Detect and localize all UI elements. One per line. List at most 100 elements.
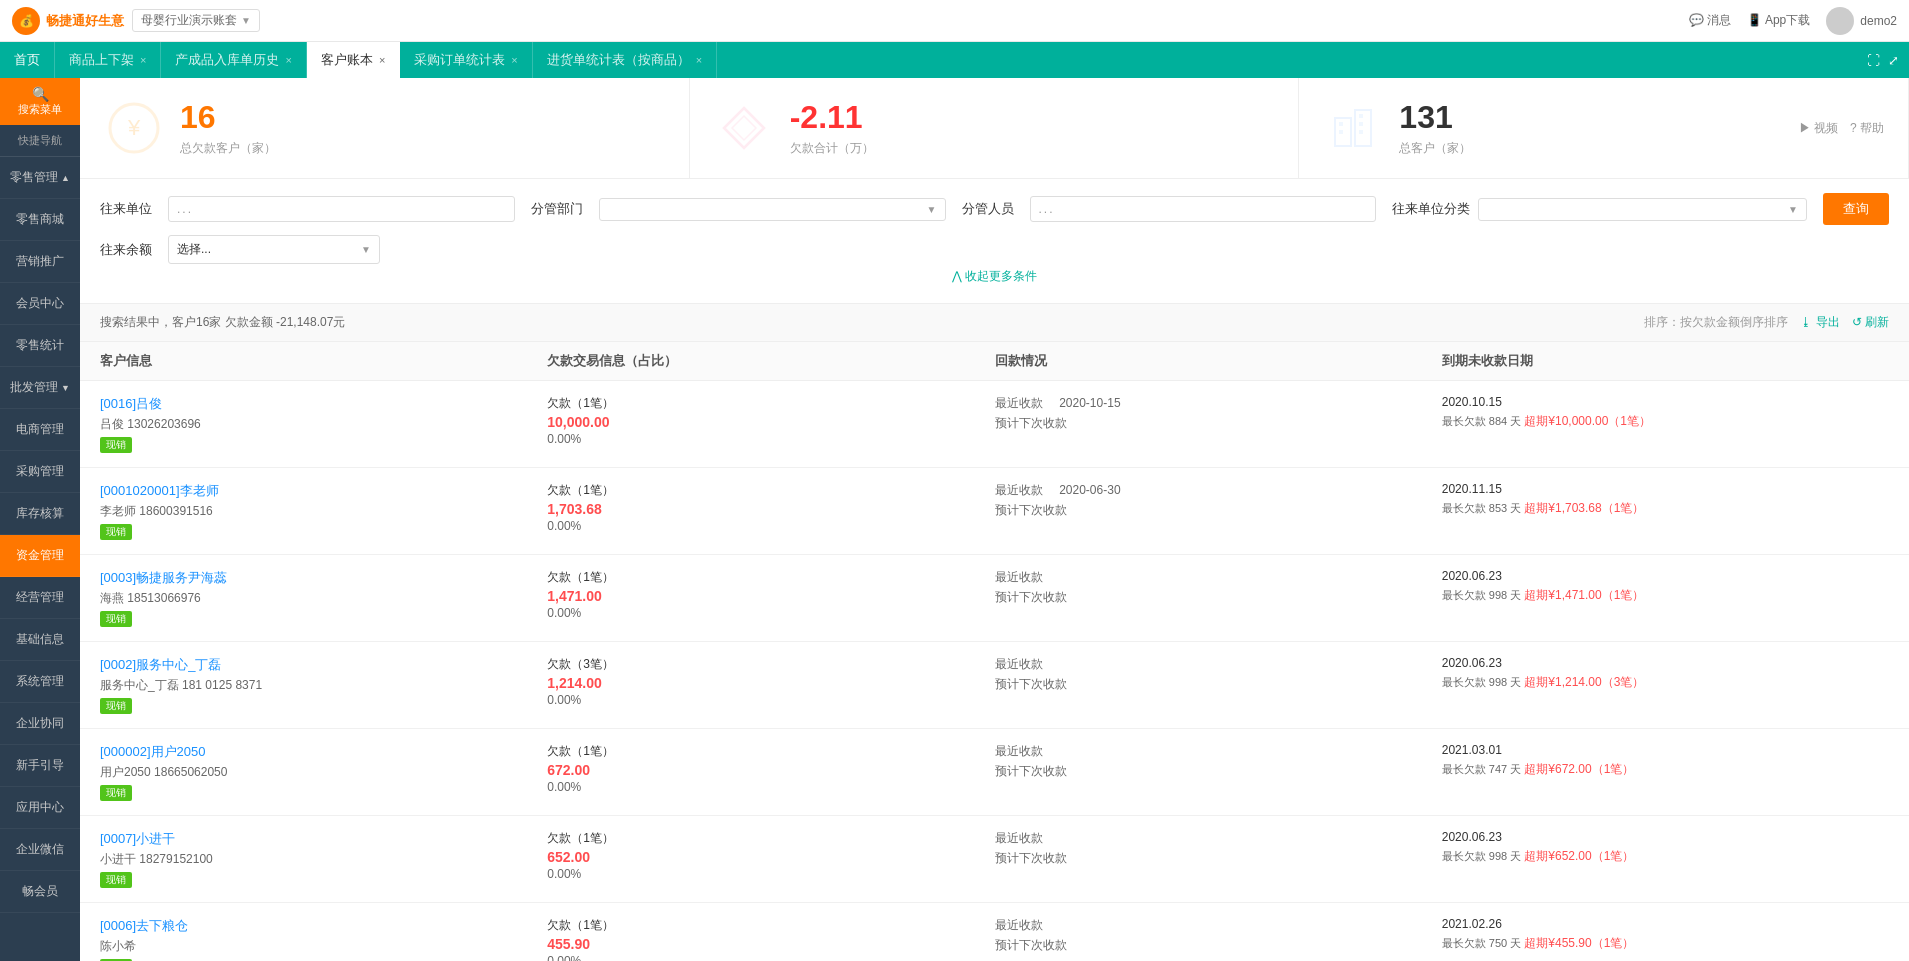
debt-percent: 0.00%	[547, 867, 994, 881]
sidebar-item-enterprise[interactable]: 企业协同	[0, 703, 80, 745]
stat-card-debt-amount: -2.11 欠款合计（万）	[690, 78, 1300, 178]
customer-name-link[interactable]: [0007]小进干	[100, 830, 547, 848]
help-link[interactable]: ? 帮助	[1850, 120, 1884, 137]
sidebar-item-label: 畅会员	[22, 883, 58, 900]
supplier-input[interactable]: ...	[168, 196, 515, 222]
sidebar-item-ecommerce[interactable]: 电商管理	[0, 409, 80, 451]
sidebar-item-batch-mgmt[interactable]: 批发管理 ▼	[0, 367, 80, 409]
quick-nav[interactable]: 快捷导航	[0, 125, 80, 157]
sidebar-item-member[interactable]: 会员中心	[0, 283, 80, 325]
debt-amount[interactable]: 10,000.00	[547, 414, 994, 430]
sidebar-item-finance[interactable]: 资金管理	[0, 535, 80, 577]
sidebar-item-vip[interactable]: 畅会员	[0, 871, 80, 913]
debt-info: 欠款（1笔） 672.00 0.00%	[547, 743, 994, 794]
manager-input[interactable]: ...	[1030, 196, 1377, 222]
sidebar-item-ops[interactable]: 经营管理	[0, 577, 80, 619]
category-select[interactable]: ▼	[1478, 198, 1807, 221]
filter-category: 往来单位分类 ▼	[1392, 198, 1807, 221]
customer-phone: 陈小希	[100, 938, 547, 955]
recovery-info: 最近收款 2020-06-30 预计下次收款	[995, 482, 1442, 522]
refresh-button[interactable]: ↺ 刷新	[1852, 314, 1889, 331]
sidebar-item-guide[interactable]: 新手引导	[0, 745, 80, 787]
sidebar-search[interactable]: 🔍 搜索菜单	[0, 78, 80, 125]
recovery-next: 预计下次收款	[995, 502, 1442, 519]
message-link[interactable]: 💬 消息	[1689, 12, 1731, 29]
overdue-days: 最长欠款 750 天 超期¥455.90（1笔）	[1442, 935, 1889, 952]
tab-close-icon[interactable]: ×	[511, 54, 517, 66]
recovery-next: 预计下次收款	[995, 850, 1442, 867]
debt-percent: 0.00%	[547, 432, 994, 446]
store-select[interactable]: 母婴行业演示账套 ▼	[132, 9, 260, 32]
tab-product-offline[interactable]: 商品上下架 ×	[55, 42, 161, 78]
tab-purchase-order[interactable]: 采购订单统计表 ×	[400, 42, 532, 78]
overdue-link[interactable]: 超期¥455.90（1笔）	[1524, 936, 1634, 950]
tab-close-icon[interactable]: ×	[285, 54, 291, 66]
tab-close-icon[interactable]: ×	[140, 54, 146, 66]
overdue-link[interactable]: 超期¥10,000.00（1笔）	[1524, 414, 1651, 428]
customer-info: [0001020001]李老师 李老师 18600391516 现销	[100, 482, 547, 540]
tab-close-icon[interactable]: ×	[696, 54, 702, 66]
debt-amount[interactable]: 672.00	[547, 762, 994, 778]
tab-product-history[interactable]: 产成品入库单历史 ×	[161, 42, 306, 78]
search-button[interactable]: 查询	[1823, 193, 1889, 225]
overdue-link[interactable]: 超期¥652.00（1笔）	[1524, 849, 1634, 863]
debt-amount[interactable]: 1,471.00	[547, 588, 994, 604]
sidebar-item-label: 零售统计	[16, 337, 64, 354]
sidebar-item-purchase[interactable]: 采购管理	[0, 451, 80, 493]
department-select[interactable]: ▼	[599, 198, 946, 221]
customer-name-link[interactable]: [0006]去下粮仓	[100, 917, 547, 935]
sidebar-item-app-center[interactable]: 应用中心	[0, 787, 80, 829]
export-button[interactable]: ⭳ 导出	[1800, 314, 1839, 331]
sidebar-item-basic-info[interactable]: 基础信息	[0, 619, 80, 661]
customer-name-link[interactable]: [0001020001]李老师	[100, 482, 547, 500]
filter-manager-label: 分管人员	[962, 200, 1022, 218]
debt-amount[interactable]: 1,703.68	[547, 501, 994, 517]
overdue-info: 2020.06.23 最长欠款 998 天 超期¥652.00（1笔）	[1442, 830, 1889, 867]
recovery-info: 最近收款 预计下次收款	[995, 569, 1442, 609]
overdue-link[interactable]: 超期¥1,214.00（3笔）	[1524, 675, 1644, 689]
app-download-link[interactable]: 📱 App下载	[1747, 12, 1810, 29]
username[interactable]: demo2	[1860, 14, 1897, 28]
recovery-next: 预计下次收款	[995, 937, 1442, 954]
tab-inventory-stats[interactable]: 进货单统计表（按商品） ×	[533, 42, 717, 78]
debt-percent: 0.00%	[547, 693, 994, 707]
logo-text: 畅捷通好生意	[46, 12, 124, 30]
sidebar-item-marketing[interactable]: 营销推广	[0, 241, 80, 283]
balance-select[interactable]: 选择... ▼	[168, 235, 380, 264]
tab-customer-account[interactable]: 客户账本 ×	[307, 42, 400, 78]
overdue-link[interactable]: 超期¥1,471.00（1笔）	[1524, 588, 1644, 602]
tab-bar: 首页 商品上下架 × 产成品入库单历史 × 客户账本 × 采购订单统计表 × 进…	[0, 42, 1909, 78]
debt-amount[interactable]: 455.90	[547, 936, 994, 952]
debt-percent: 0.00%	[547, 780, 994, 794]
sidebar-item-inventory[interactable]: 库存核算	[0, 493, 80, 535]
tab-home[interactable]: 首页	[0, 42, 55, 78]
table-area: 客户信息 欠款交易信息（占比） 回款情况 到期未收款日期 [0016]吕俊 吕俊…	[80, 342, 1909, 961]
tab-inventory-stats-label: 进货单统计表（按商品）	[547, 51, 690, 69]
tab-fullscreen-icon[interactable]: ⤢	[1888, 53, 1899, 68]
debt-amount[interactable]: 1,214.00	[547, 675, 994, 691]
overdue-link[interactable]: 超期¥1,703.68（1笔）	[1524, 501, 1644, 515]
customer-name-link[interactable]: [000002]用户2050	[100, 743, 547, 761]
debt-amount[interactable]: 652.00	[547, 849, 994, 865]
tab-close-icon[interactable]: ×	[379, 54, 385, 66]
user-area: demo2	[1826, 7, 1897, 35]
sidebar-item-system[interactable]: 系统管理	[0, 661, 80, 703]
sidebar-item-wecom[interactable]: 企业微信	[0, 829, 80, 871]
filter-supplier: 往来单位 ...	[100, 196, 515, 222]
customer-name-link[interactable]: [0002]服务中心_丁磊	[100, 656, 547, 674]
overdue-date: 2020.06.23	[1442, 656, 1889, 670]
overdue-days: 最长欠款 998 天 超期¥1,214.00（3笔）	[1442, 674, 1889, 691]
sort-label[interactable]: 排序：按欠款金额倒序排序	[1644, 314, 1788, 331]
debt-count: 欠款（1笔）	[547, 830, 994, 847]
customer-name-link[interactable]: [0016]吕俊	[100, 395, 547, 413]
sidebar-item-retail-mgmt[interactable]: 零售管理 ▲	[0, 157, 80, 199]
overdue-link[interactable]: 超期¥672.00（1笔）	[1524, 762, 1634, 776]
tab-expand-icon[interactable]: ⛶	[1867, 53, 1880, 68]
customer-name-link[interactable]: [0003]畅捷服务尹海蕊	[100, 569, 547, 587]
video-link[interactable]: ▶ 视频	[1799, 120, 1838, 137]
sidebar-item-retail-shop[interactable]: 零售商城	[0, 199, 80, 241]
sidebar-item-retail-stats[interactable]: 零售统计	[0, 325, 80, 367]
diamond-icon	[714, 98, 774, 158]
collapse-button[interactable]: ⋀ 收起更多条件	[100, 264, 1889, 289]
recovery-last: 最近收款	[995, 569, 1442, 586]
